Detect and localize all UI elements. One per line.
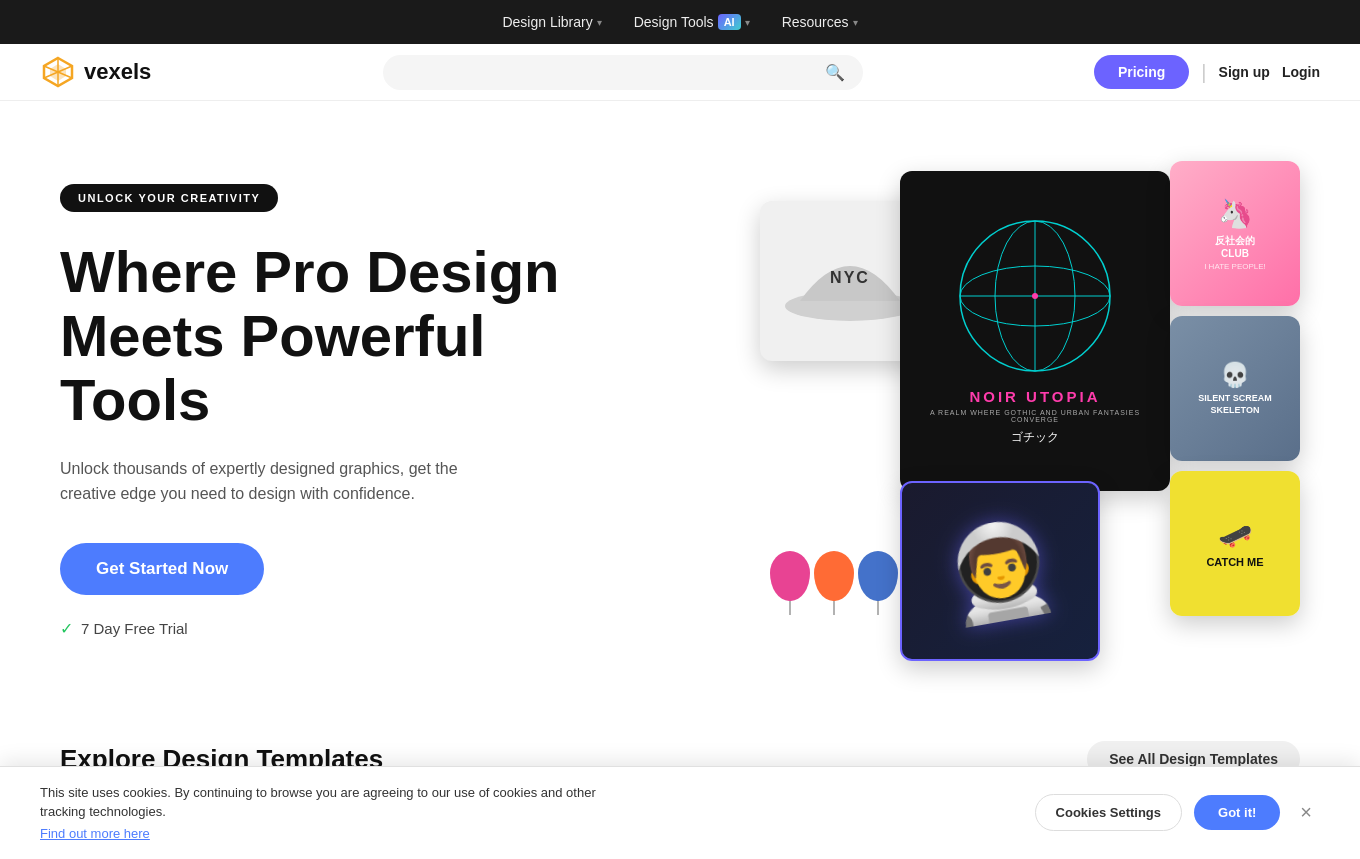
yellow-emoji: 🛹: [1218, 519, 1253, 552]
nav-divider: |: [1201, 61, 1206, 84]
tshirt-card: NOIR UTOPIA A REALM WHERE GOTHIC AND URB…: [900, 171, 1170, 491]
nav-resources[interactable]: Resources ▾: [768, 8, 872, 36]
check-icon: ✓: [60, 619, 73, 638]
svg-point-12: [1032, 293, 1038, 299]
unlock-badge: UNLOCK YOUR CREATIVITY: [60, 184, 278, 212]
tshirt-subtitle-text: A REALM WHERE GOTHIC AND URBAN FANTASIES…: [920, 409, 1150, 423]
balloon-pink: [770, 551, 810, 601]
hat-svg: NYC: [780, 221, 920, 341]
chevron-down-icon-3: ▾: [853, 17, 858, 28]
chevron-down-icon-2: ▾: [745, 17, 750, 28]
logo[interactable]: vexels: [40, 54, 151, 90]
vexels-logo-icon: [40, 54, 76, 90]
pink-card-subtitle: I HATE PEOPLE!: [1204, 262, 1266, 271]
search-input[interactable]: [401, 64, 817, 80]
nav-design-tools[interactable]: Design Tools AI ▾: [620, 8, 764, 36]
search-bar: 🔍: [383, 55, 863, 90]
tshirt-title-text: NOIR UTOPIA: [969, 388, 1100, 405]
login-button[interactable]: Login: [1282, 64, 1320, 80]
free-trial-text: ✓ 7 Day Free Trial: [60, 619, 580, 638]
cookie-actions: Cookies Settings Got it! ×: [1035, 794, 1320, 831]
cookie-text: This site uses cookies. By continuing to…: [40, 783, 640, 844]
cookie-banner: This site uses cookies. By continuing to…: [0, 766, 1360, 860]
hero-title: Where Pro Design Meets Powerful Tools: [60, 240, 580, 431]
pink-card-emoji: 🦄: [1218, 197, 1253, 230]
skeleton-emoji: 💀: [1220, 361, 1250, 389]
globe-svg: [955, 216, 1115, 376]
nav-design-library[interactable]: Design Library ▾: [488, 8, 615, 36]
astronaut-figure: 👨‍🚀: [936, 510, 1065, 633]
skeleton-card: 💀 SILENT SCREAMSKELETON: [1170, 316, 1300, 461]
close-cookie-button[interactable]: ×: [1292, 797, 1320, 828]
balloon-orange: [814, 551, 854, 601]
nav-links: Design Library ▾ Design Tools AI ▾ Resou…: [488, 8, 871, 36]
skeleton-title: SILENT SCREAMSKELETON: [1198, 393, 1272, 416]
signup-button[interactable]: Sign up: [1219, 64, 1270, 80]
pricing-button[interactable]: Pricing: [1094, 55, 1189, 89]
tshirt-japanese-text: ゴチック: [1011, 429, 1059, 446]
pink-anime-card: 🦄 反社会的CLUB I HATE PEOPLE!: [1170, 161, 1300, 306]
hero-right-collage: NYC NOIR UTOPIA A REALM WHERE GOTHIC AND: [740, 161, 1300, 661]
ai-badge: AI: [718, 14, 741, 30]
cookies-settings-button[interactable]: Cookies Settings: [1035, 794, 1182, 831]
hero-left: UNLOCK YOUR CREATIVITY Where Pro Design …: [60, 184, 580, 638]
got-it-button[interactable]: Got it!: [1194, 795, 1280, 830]
navbar-right: Pricing | Sign up Login: [1094, 55, 1320, 89]
hero-section: UNLOCK YOUR CREATIVITY Where Pro Design …: [0, 101, 1360, 701]
logo-text: vexels: [84, 59, 151, 85]
chevron-down-icon: ▾: [597, 17, 602, 28]
balloon-blue: [858, 551, 898, 601]
astronaut-card: 👨‍🚀: [900, 481, 1100, 661]
nav-top-bar: Design Library ▾ Design Tools AI ▾ Resou…: [0, 0, 1360, 44]
search-icon[interactable]: 🔍: [825, 63, 845, 82]
pink-card-title: 反社会的CLUB: [1215, 234, 1255, 260]
yellow-title: CATCH ME: [1206, 556, 1263, 568]
cookie-find-out-more-link[interactable]: Find out more here: [40, 824, 640, 844]
get-started-button[interactable]: Get Started Now: [60, 543, 264, 595]
main-header: vexels 🔍 Pricing | Sign up Login: [0, 44, 1360, 101]
hero-subtitle: Unlock thousands of expertly designed gr…: [60, 456, 480, 507]
yellow-skater-card: 🛹 CATCH ME: [1170, 471, 1300, 616]
svg-text:NYC: NYC: [830, 269, 870, 286]
